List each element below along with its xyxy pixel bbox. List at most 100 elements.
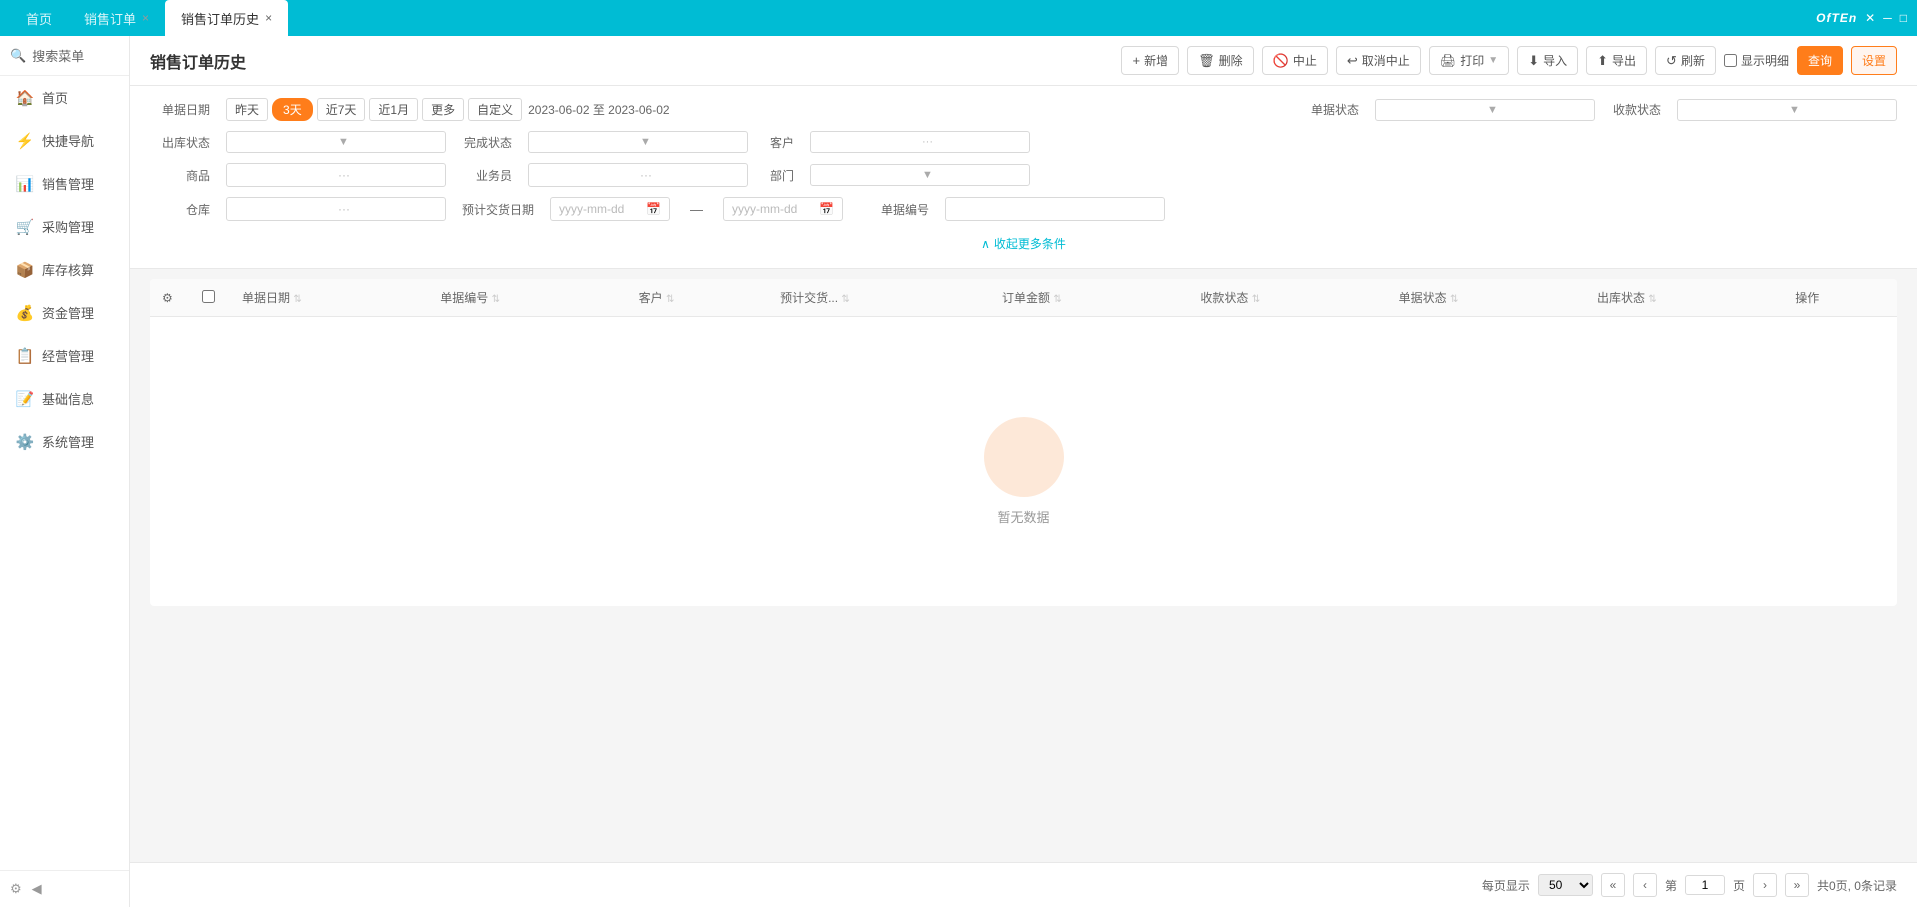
sidebar-item-home[interactable]: 🏠 首页 <box>0 76 129 119</box>
expected-date-to[interactable]: yyyy-mm-dd 📅 <box>723 197 843 221</box>
customer-select[interactable]: ··· <box>810 131 1030 153</box>
th-doc-no[interactable]: 单据编号 ⇅ <box>428 279 626 317</box>
sidebar-item-ops-mgmt[interactable]: 📋 经营管理 <box>0 334 129 377</box>
customer-dots: ··· <box>922 136 1021 148</box>
next-page-btn[interactable]: › <box>1753 873 1777 897</box>
sidebar-item-inventory[interactable]: 📦 库存核算 <box>0 248 129 291</box>
import-label: 导入 <box>1543 52 1567 69</box>
display-detail-checkbox[interactable] <box>1724 54 1737 67</box>
tab-home[interactable]: 首页 <box>10 0 68 36</box>
top-bar: 首页 销售订单 × 销售订单历史 × OfTEn ✕ ─ □ <box>0 0 1917 36</box>
th-settings[interactable]: ⚙ <box>150 279 190 317</box>
top-bar-close-btn[interactable]: ✕ <box>1865 11 1875 25</box>
tab-sales-order-history-label: 销售订单历史 <box>181 9 259 28</box>
display-detail-toggle[interactable]: 显示明细 <box>1724 52 1789 69</box>
date-btn-yesterday[interactable]: 昨天 <box>226 98 268 121</box>
warehouse-select[interactable]: ··· <box>226 197 446 221</box>
salesman-dots: ··· <box>640 168 739 182</box>
sidebar-item-sys-mgmt[interactable]: ⚙️ 系统管理 <box>0 420 129 463</box>
setting-button[interactable]: 设置 <box>1851 46 1897 75</box>
refresh-icon: ↺ <box>1666 53 1677 69</box>
th-pay-status[interactable]: 收款状态 ⇅ <box>1188 279 1386 317</box>
th-out-status-sort-icon: ⇅ <box>1648 294 1656 305</box>
th-date[interactable]: 单据日期 ⇅ <box>230 279 428 317</box>
sidebar-search[interactable]: 🔍 搜索菜单 <box>0 36 129 76</box>
date-btn-more[interactable]: 更多 <box>422 98 464 121</box>
new-button[interactable]: + 新增 <box>1121 46 1179 75</box>
pay-status-label: 收款状态 <box>1611 101 1661 118</box>
goods-select[interactable]: ··· <box>226 163 446 187</box>
export-button[interactable]: ⬆ 导出 <box>1586 46 1647 75</box>
stop-button[interactable]: 🚫 中止 <box>1262 46 1328 75</box>
expected-date-from[interactable]: yyyy-mm-dd 📅 <box>550 197 670 221</box>
sidebar-collapse-icon[interactable]: ◀ <box>32 881 42 897</box>
th-customer[interactable]: 客户 ⇅ <box>627 279 768 317</box>
sidebar-item-funds-mgmt[interactable]: 💰 资金管理 <box>0 291 129 334</box>
last-page-btn[interactable]: » <box>1785 873 1809 897</box>
expected-date-from-text: yyyy-mm-dd <box>559 202 624 216</box>
top-bar-maximize-btn[interactable]: □ <box>1900 11 1907 25</box>
sidebar-item-purchase-mgmt[interactable]: 🛒 采购管理 <box>0 205 129 248</box>
filter-row-2: 出库状态 ▼ 完成状态 ▼ 客户 ··· <box>150 131 1897 153</box>
sidebar-item-quick-nav[interactable]: ⚡ 快捷导航 <box>0 119 129 162</box>
status-select[interactable]: ▼ <box>1375 99 1595 121</box>
tab-sales-order-close[interactable]: × <box>142 11 149 25</box>
print-button[interactable]: 🖨 打印 ▼ <box>1429 46 1509 75</box>
date-btn-3days[interactable]: 3天 <box>272 98 313 121</box>
tab-sales-order-history-close[interactable]: × <box>265 11 272 25</box>
date-btn-1month[interactable]: 近1月 <box>369 98 418 121</box>
sidebar-item-sales-mgmt[interactable]: 📊 销售管理 <box>0 162 129 205</box>
select-all-checkbox[interactable] <box>202 290 215 303</box>
empty-state-cell: 暂无数据 <box>150 317 1897 607</box>
pay-status-select[interactable]: ▼ <box>1677 99 1897 121</box>
empty-circle-bg <box>984 417 1064 497</box>
cancel-stop-button[interactable]: ↩ 取消中止 <box>1336 46 1421 75</box>
th-doc-status[interactable]: 单据状态 ⇅ <box>1387 279 1585 317</box>
import-button[interactable]: ⬇ 导入 <box>1517 46 1578 75</box>
collapse-row[interactable]: ∧ 收起更多条件 <box>150 231 1897 256</box>
sidebar-item-ops-label: 经营管理 <box>42 346 94 365</box>
delete-button[interactable]: 🗑 删除 <box>1187 46 1254 75</box>
sidebar-item-inventory-label: 库存核算 <box>42 260 94 279</box>
expected-date-to-text: yyyy-mm-dd <box>732 202 797 216</box>
doc-no-input[interactable] <box>945 197 1165 221</box>
toolbar: + 新增 🗑 删除 🚫 中止 ↩ 取消中止 🖨 打印 <box>1121 46 1897 75</box>
th-expected-date[interactable]: 预计交货... ⇅ <box>768 279 990 317</box>
page-size-select[interactable]: 50 10 20 100 <box>1538 874 1593 896</box>
complete-status-arrow: ▼ <box>640 136 739 148</box>
refresh-button[interactable]: ↺ 刷新 <box>1655 46 1716 75</box>
sidebar-settings-icon[interactable]: ⚙ <box>10 881 22 897</box>
page-title: 销售订单历史 <box>150 49 246 73</box>
th-operation-label: 操作 <box>1795 291 1819 305</box>
prev-page-btn[interactable]: ‹ <box>1633 873 1657 897</box>
first-page-btn[interactable]: « <box>1601 873 1625 897</box>
th-amount[interactable]: 订单金额 ⇅ <box>990 279 1188 317</box>
dept-select[interactable]: ▼ <box>810 164 1030 186</box>
cancel-stop-icon: ↩ <box>1347 53 1358 69</box>
date-btn-7days[interactable]: 近7天 <box>317 98 366 121</box>
th-out-status-label: 出库状态 <box>1597 291 1645 305</box>
date-btn-custom[interactable]: 自定义 <box>468 98 522 121</box>
stop-label: 中止 <box>1293 52 1317 69</box>
date-filter-label: 单据日期 <box>150 101 210 118</box>
out-status-label: 出库状态 <box>150 134 210 151</box>
cancel-stop-label: 取消中止 <box>1362 52 1410 69</box>
page-number-input[interactable] <box>1685 875 1725 895</box>
top-bar-minimize-btn[interactable]: ─ <box>1883 11 1892 25</box>
goods-dots: ··· <box>338 168 437 182</box>
out-status-select[interactable]: ▼ <box>226 131 446 153</box>
tab-sales-order[interactable]: 销售订单 × <box>68 0 165 36</box>
th-out-status[interactable]: 出库状态 ⇅ <box>1585 279 1783 317</box>
date-filter-field: 昨天 3天 近7天 近1月 更多 自定义 2023-06-02 至 2023-0… <box>226 98 1293 121</box>
tab-sales-order-history[interactable]: 销售订单历史 × <box>165 0 288 36</box>
status-select-arrow: ▼ <box>1487 104 1586 116</box>
salesman-select[interactable]: ··· <box>528 163 748 187</box>
sidebar-item-basic-info[interactable]: 📝 基础信息 <box>0 377 129 420</box>
th-checkbox[interactable] <box>190 279 230 317</box>
th-date-sort-icon: ⇅ <box>293 294 301 305</box>
th-doc-no-label: 单据编号 <box>440 291 488 305</box>
query-button[interactable]: 查询 <box>1797 46 1843 75</box>
complete-status-select[interactable]: ▼ <box>528 131 748 153</box>
tab-home-label: 首页 <box>26 9 52 28</box>
collapse-up-icon: ∧ <box>981 237 990 251</box>
